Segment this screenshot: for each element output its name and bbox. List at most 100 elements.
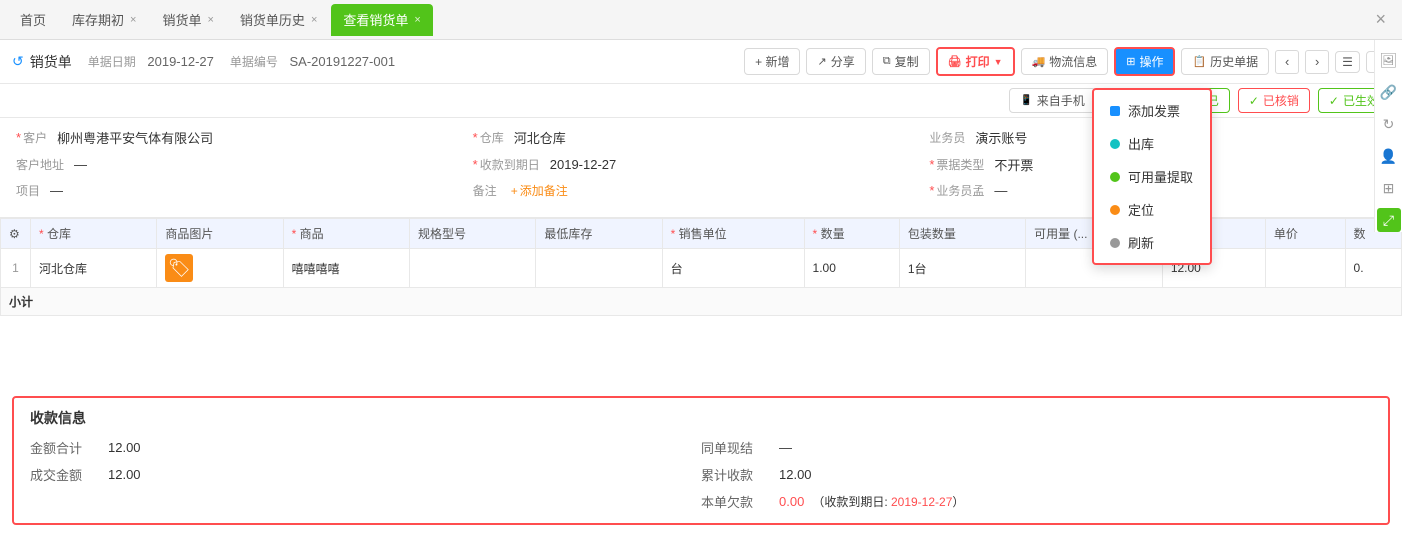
payment-owed-label: 本单欠款 [701, 492, 771, 511]
payment-total-row: 金额合计 12.00 [30, 436, 701, 459]
payment-total-label: 金额合计 [30, 438, 100, 457]
tab-sales-close[interactable]: × [207, 14, 213, 26]
payment-total-value: 12.00 [108, 440, 141, 455]
row-number: 1 [1, 249, 31, 288]
plus-icon: + [511, 184, 518, 198]
tab-sales[interactable]: 销货单 × [150, 4, 225, 36]
payment-owed-extra: （收款到期日: 2019-12-27） [812, 493, 964, 510]
sidebar-user-icon[interactable]: 👤 [1377, 144, 1401, 168]
effect-check-icon: ✓ [1329, 94, 1339, 108]
warehouse-col-header: * 仓库 [31, 219, 157, 249]
dropdown-refresh[interactable]: 刷新 [1094, 226, 1210, 259]
print-icon: 🖨 [948, 55, 962, 68]
row-min-stock [536, 249, 662, 288]
subtotal-label: 小计 [1, 288, 1402, 316]
tab-home[interactable]: 首页 [8, 4, 58, 36]
truck-icon: 🚚 [1032, 55, 1046, 68]
prev-page-button[interactable]: ‹ [1275, 50, 1299, 74]
locate-dot-icon [1110, 205, 1120, 215]
doc-meta: 单据日期 2019-12-27 单据编号 SA-20191227-001 [88, 53, 395, 70]
tab-inventory[interactable]: 库存期初 × [60, 4, 148, 36]
tab-view-sales-close[interactable]: × [414, 14, 420, 26]
product-col-header: * 商品 [283, 219, 409, 249]
copy-button[interactable]: ⧉ 复制 [872, 48, 930, 75]
toolbar-actions: + 新增 ↗ 分享 ⧉ 复制 🖨 打印 ▼ 🚚 物流信息 ⊞ 操作 [744, 47, 1390, 76]
payment-deal-label: 成交金额 [30, 465, 100, 484]
payment-received-value: 12.00 [779, 467, 812, 482]
payment-grid: 金额合计 12.00 同单现结 — 成交金额 12.00 累计收款 12.00 … [30, 436, 1372, 513]
history-icon: 📋 [1192, 55, 1206, 68]
refresh-dot-icon [1110, 238, 1120, 248]
pack-qty-col-header: 包装数量 [899, 219, 1025, 249]
order-label: 单据编号 SA-20191227-001 [230, 53, 395, 70]
payment-same-order-value: — [779, 440, 792, 455]
ops-dropdown-menu: 添加发票 出库 可用量提取 定位 刷新 [1092, 88, 1212, 265]
doc-type-icon: ↺ [12, 53, 24, 70]
payment-received-label: 累计收款 [701, 465, 771, 484]
payment-received-row: 累计收款 12.00 [701, 463, 1372, 486]
row-amount: 0. [1345, 249, 1401, 288]
dropdown-locate[interactable]: 定位 [1094, 193, 1210, 226]
payment-title: 收款信息 [30, 408, 1372, 428]
date-label: 单据日期 2019-12-27 [88, 53, 214, 70]
note-field: 备注 + 添加备注 [473, 182, 930, 199]
customer-field: * 客户 柳州粤港平安气体有限公司 [16, 128, 473, 147]
settings-icon: ⚙ [9, 227, 20, 241]
out-stock-dot-icon [1110, 139, 1120, 149]
sidebar-refresh-icon[interactable]: ↻ [1377, 112, 1401, 136]
dropdown-add-invoice[interactable]: 添加发票 [1094, 94, 1210, 127]
row-product-img: 🏷 [157, 249, 283, 288]
share-icon: ↗ [817, 55, 826, 68]
payment-deal-row: 成交金额 12.00 [30, 463, 701, 486]
sold-button[interactable]: ✓ 已核销 [1238, 88, 1310, 113]
print-button[interactable]: 🖨 打印 ▼ [936, 47, 1015, 76]
row-warehouse: 河北仓库 [31, 249, 157, 288]
dropdown-available-qty[interactable]: 可用量提取 [1094, 160, 1210, 193]
available-qty-dot-icon [1110, 172, 1120, 182]
window-close-button[interactable]: × [1367, 9, 1394, 30]
product-image: 🏷 [165, 254, 193, 282]
payment-owed-row [30, 490, 701, 513]
app-container: 首页 库存期初 × 销货单 × 销货单历史 × 查看销货单 × × ↺ 销货单 … [0, 0, 1402, 533]
dropdown-out-stock[interactable]: 出库 [1094, 127, 1210, 160]
due-date-field: * 收款到期日 2019-12-27 [473, 156, 930, 173]
view-toggle-list[interactable]: ☰ [1335, 51, 1360, 73]
payment-owed-detail-row: 本单欠款 0.00 （收款到期日: 2019-12-27） [701, 490, 1372, 513]
payment-deal-value: 12.00 [108, 467, 141, 482]
row-quantity: 1.00 [804, 249, 899, 288]
sidebar-grid-icon[interactable]: ⊞ [1377, 176, 1401, 200]
row-unit-price [1265, 249, 1345, 288]
tab-inventory-close[interactable]: × [130, 14, 136, 26]
row-spec [409, 249, 535, 288]
sidebar-image-icon[interactable]: 🖼 [1377, 48, 1401, 72]
sold-check-icon: ✓ [1249, 94, 1259, 108]
row-product: 嘻嘻嘻嘻 [283, 249, 409, 288]
add-note-button[interactable]: + 添加备注 [511, 182, 568, 199]
history-button[interactable]: 📋 历史单据 [1181, 48, 1269, 75]
print-dropdown-icon: ▼ [994, 57, 1003, 67]
tab-sales-history-close[interactable]: × [311, 14, 317, 26]
sidebar-expand-icon[interactable]: ⤢ [1377, 208, 1401, 232]
logistics-button[interactable]: 🚚 物流信息 [1021, 48, 1109, 75]
product-img-col-header: 商品图片 [157, 219, 283, 249]
ops-button[interactable]: ⊞ 操作 [1114, 47, 1175, 76]
subtotal-row: 小计 [1, 288, 1402, 316]
min-stock-col-header: 最低库存 [536, 219, 662, 249]
share-button[interactable]: ↗ 分享 [806, 48, 865, 75]
payment-owed-value: 0.00 [779, 494, 804, 509]
spec-col-header: 规格型号 [409, 219, 535, 249]
next-page-button[interactable]: › [1305, 50, 1329, 74]
add-invoice-dot-icon [1110, 106, 1120, 116]
warehouse-field: * 仓库 河北仓库 [473, 128, 930, 147]
sidebar-link-icon[interactable]: 🔗 [1377, 80, 1401, 104]
new-button[interactable]: + 新增 [744, 48, 800, 75]
row-pack-qty: 1台 [899, 249, 1025, 288]
tab-bar: 首页 库存期初 × 销货单 × 销货单历史 × 查看销货单 × × [0, 0, 1402, 40]
tab-view-sales[interactable]: 查看销货单 × [331, 4, 432, 36]
from-phone-button[interactable]: 📱 来自手机 [1009, 88, 1095, 113]
doc-type-label: 销货单 [30, 52, 72, 72]
tab-sales-history[interactable]: 销货单历史 × [228, 4, 329, 36]
copy-icon: ⧉ [883, 55, 891, 68]
right-sidebar: 🖼 🔗 ↻ 👤 ⊞ ⤢ [1374, 40, 1402, 232]
main-toolbar: ↺ 销货单 单据日期 2019-12-27 单据编号 SA-20191227-0… [0, 40, 1402, 84]
